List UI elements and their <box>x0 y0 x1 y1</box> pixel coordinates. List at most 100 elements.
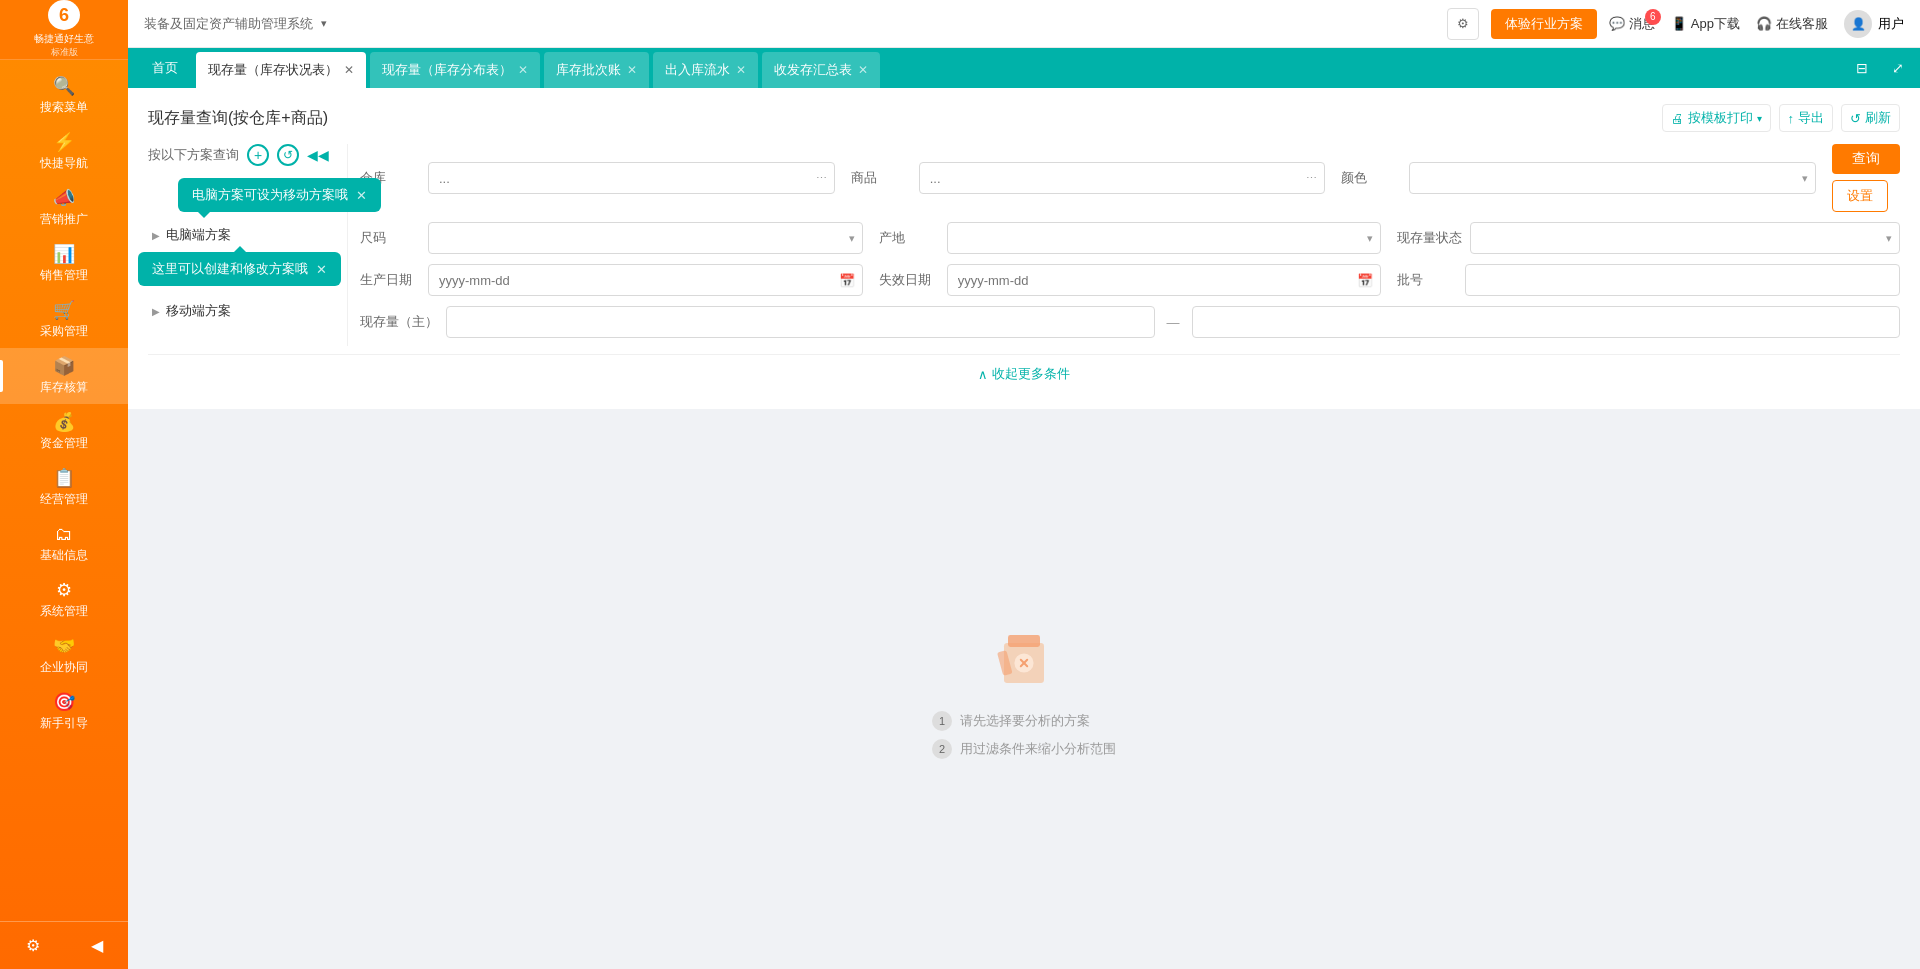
mfg-date-input[interactable] <box>428 264 863 296</box>
batch-row: 批号 <box>1397 264 1900 296</box>
exp-date-label: 失效日期 <box>879 271 939 289</box>
sidebar-item-inventory[interactable]: 📦 库存核算 <box>0 348 128 404</box>
query-title-row: 现存量查询(按仓库+商品) 🖨 按模板打印 ▾ ↑ 导出 ↺ 刷新 <box>148 104 1900 132</box>
search-button[interactable]: 查询 <box>1832 144 1900 174</box>
tooltip-create-scheme-close[interactable]: ✕ <box>316 262 327 277</box>
empty-steps: 1 请先选择要分析的方案 2 用过滤条件来缩小分析范围 <box>932 711 1116 759</box>
goods-input[interactable] <box>919 162 1326 194</box>
sidebar-item-purchase[interactable]: 🛒 采购管理 <box>0 292 128 348</box>
goods-label: 商品 <box>851 169 911 187</box>
empty-step-1: 1 请先选择要分析的方案 <box>932 711 1116 731</box>
print-button[interactable]: 🖨 按模板打印 ▾ <box>1662 104 1771 132</box>
sidebar-item-quick-nav[interactable]: ⚡ 快捷导航 <box>0 124 128 180</box>
phone-icon: 📱 <box>1671 16 1687 31</box>
headset-icon: 🎧 <box>1756 16 1772 31</box>
sidebar-item-system[interactable]: ⚙ 系统管理 <box>0 572 128 628</box>
filter-add-button[interactable]: + <box>247 144 269 166</box>
logo-icon: 6 <box>48 0 80 30</box>
collapse-conditions-button[interactable]: ∧ 收起更多条件 <box>148 354 1900 393</box>
color-select-wrapper: ▾ <box>1409 162 1816 194</box>
tooltip-scheme-close[interactable]: ✕ <box>356 188 367 203</box>
system-dropdown-icon: ▾ <box>321 17 327 30</box>
system-icon: ⚙ <box>56 581 72 599</box>
empty-state: 1 请先选择要分析的方案 2 用过滤条件来缩小分析范围 <box>128 409 1920 969</box>
pc-expand-icon: ▶ <box>152 230 160 241</box>
origin-input[interactable] <box>947 222 1382 254</box>
sidebar-item-marketing[interactable]: 📣 营销推广 <box>0 180 128 236</box>
stock-status-input[interactable] <box>1470 222 1900 254</box>
refresh-button[interactable]: ↺ 刷新 <box>1841 104 1900 132</box>
online-service-button[interactable]: 🎧 在线客服 <box>1756 15 1828 33</box>
size-label: 尺码 <box>360 229 420 247</box>
app-download-button[interactable]: 📱 App下载 <box>1671 15 1740 33</box>
tab-close-inventory-status[interactable]: ✕ <box>344 63 354 77</box>
export-button[interactable]: ↑ 导出 <box>1779 104 1834 132</box>
search-icon: 🔍 <box>53 77 75 95</box>
scheme-group-mobile: ▶ 移动端方案 <box>148 300 335 322</box>
batch-label: 批号 <box>1397 271 1457 289</box>
topbar: 装备及固定资产辅助管理系统 ▾ ⚙ 体验行业方案 💬 消息 6 📱 App下载 … <box>128 0 1920 48</box>
size-row: 尺码 ▾ <box>360 222 863 254</box>
tab-close-in-out-flow[interactable]: ✕ <box>736 63 746 77</box>
color-row: 颜色 ▾ <box>1341 162 1816 194</box>
size-input[interactable] <box>428 222 863 254</box>
user-button[interactable]: 👤 用户 <box>1844 10 1904 38</box>
tab-close-batch-account[interactable]: ✕ <box>627 63 637 77</box>
sidebar-item-purchase-label: 采购管理 <box>40 323 88 340</box>
sidebar-item-operations[interactable]: 📋 经营管理 <box>0 460 128 516</box>
notice-button[interactable]: 💬 消息 6 <box>1609 15 1655 33</box>
topbar-settings-button[interactable]: ⚙ <box>1447 8 1479 40</box>
industry-solution-button[interactable]: 体验行业方案 <box>1491 9 1597 39</box>
finance-icon: 💰 <box>53 413 75 431</box>
sidebar-settings-btn[interactable]: ⚙ <box>22 932 44 959</box>
reset-button[interactable]: 设置 <box>1832 180 1888 212</box>
sidebar-item-guide-label: 新手引导 <box>40 715 88 732</box>
export-icon: ↑ <box>1788 111 1795 126</box>
sidebar-item-sales[interactable]: 📊 销售管理 <box>0 236 128 292</box>
batch-input[interactable] <box>1465 264 1900 296</box>
tab-inventory-dist[interactable]: 现存量（库存分布表） ✕ <box>370 52 540 88</box>
sidebar-item-basic-info-label: 基础信息 <box>40 547 88 564</box>
tab-close-inventory-dist[interactable]: ✕ <box>518 63 528 77</box>
tab-expand-button[interactable]: ⤢ <box>1884 54 1912 82</box>
scheme-parent-mobile[interactable]: ▶ 移动端方案 <box>148 300 335 322</box>
sidebar-logo: 6 畅捷通好生意 标准版 <box>0 0 128 60</box>
stock-qty-min-input[interactable] <box>446 306 1155 338</box>
origin-label: 产地 <box>879 229 939 247</box>
main-area: 装备及固定资产辅助管理系统 ▾ ⚙ 体验行业方案 💬 消息 6 📱 App下载 … <box>128 0 1920 969</box>
empty-step-2: 2 用过滤条件来缩小分析范围 <box>932 739 1116 759</box>
scheme-tree: ▶ 电脑端方案 按货品 这里可以创建和修改方案哦 ✕ <box>148 220 335 328</box>
goods-row: 商品 ⋯ <box>851 162 1326 194</box>
warehouse-input[interactable] <box>428 162 835 194</box>
purchase-icon: 🛒 <box>53 301 75 319</box>
goods-select-wrapper: ⋯ <box>919 162 1326 194</box>
sidebar-item-enterprise[interactable]: 🤝 企业协同 <box>0 628 128 684</box>
filter-back-button[interactable]: ◀◀ <box>307 144 329 166</box>
sidebar-item-sales-label: 销售管理 <box>40 267 88 284</box>
tabbar-right: ⊟ ⤢ <box>1848 54 1912 82</box>
tab-minimize-button[interactable]: ⊟ <box>1848 54 1876 82</box>
tab-home[interactable]: 首页 <box>136 48 194 88</box>
sidebar-item-finance[interactable]: 💰 资金管理 <box>0 404 128 460</box>
mfg-date-label: 生产日期 <box>360 271 420 289</box>
sidebar-item-search[interactable]: 🔍 搜索菜单 <box>0 68 128 124</box>
tab-inventory-status[interactable]: 现存量（库存状况表） ✕ <box>196 52 366 88</box>
operations-icon: 📋 <box>53 469 75 487</box>
mfg-date-row: 生产日期 📅 <box>360 264 863 296</box>
stock-qty-max-input[interactable] <box>1192 306 1901 338</box>
mfg-date-wrapper: 📅 <box>428 264 863 296</box>
sidebar-item-system-label: 系统管理 <box>40 603 88 620</box>
exp-date-input[interactable] <box>947 264 1382 296</box>
color-input[interactable] <box>1409 162 1816 194</box>
tab-collect-summary[interactable]: 收发存汇总表 ✕ <box>762 52 880 88</box>
sidebar-collapse-btn[interactable]: ◀ <box>87 932 107 959</box>
filter-refresh-button[interactable]: ↺ <box>277 144 299 166</box>
notice-badge: 6 <box>1645 9 1661 25</box>
size-select-wrapper: ▾ <box>428 222 863 254</box>
tab-in-out-flow[interactable]: 出入库流水 ✕ <box>653 52 758 88</box>
sidebar-item-guide[interactable]: 🎯 新手引导 <box>0 684 128 740</box>
tab-close-collect-summary[interactable]: ✕ <box>858 63 868 77</box>
tab-batch-account[interactable]: 库存批次账 ✕ <box>544 52 649 88</box>
sidebar-item-basic-info[interactable]: 🗂 基础信息 <box>0 516 128 572</box>
logo-text: 畅捷通好生意 标准版 <box>34 32 94 59</box>
